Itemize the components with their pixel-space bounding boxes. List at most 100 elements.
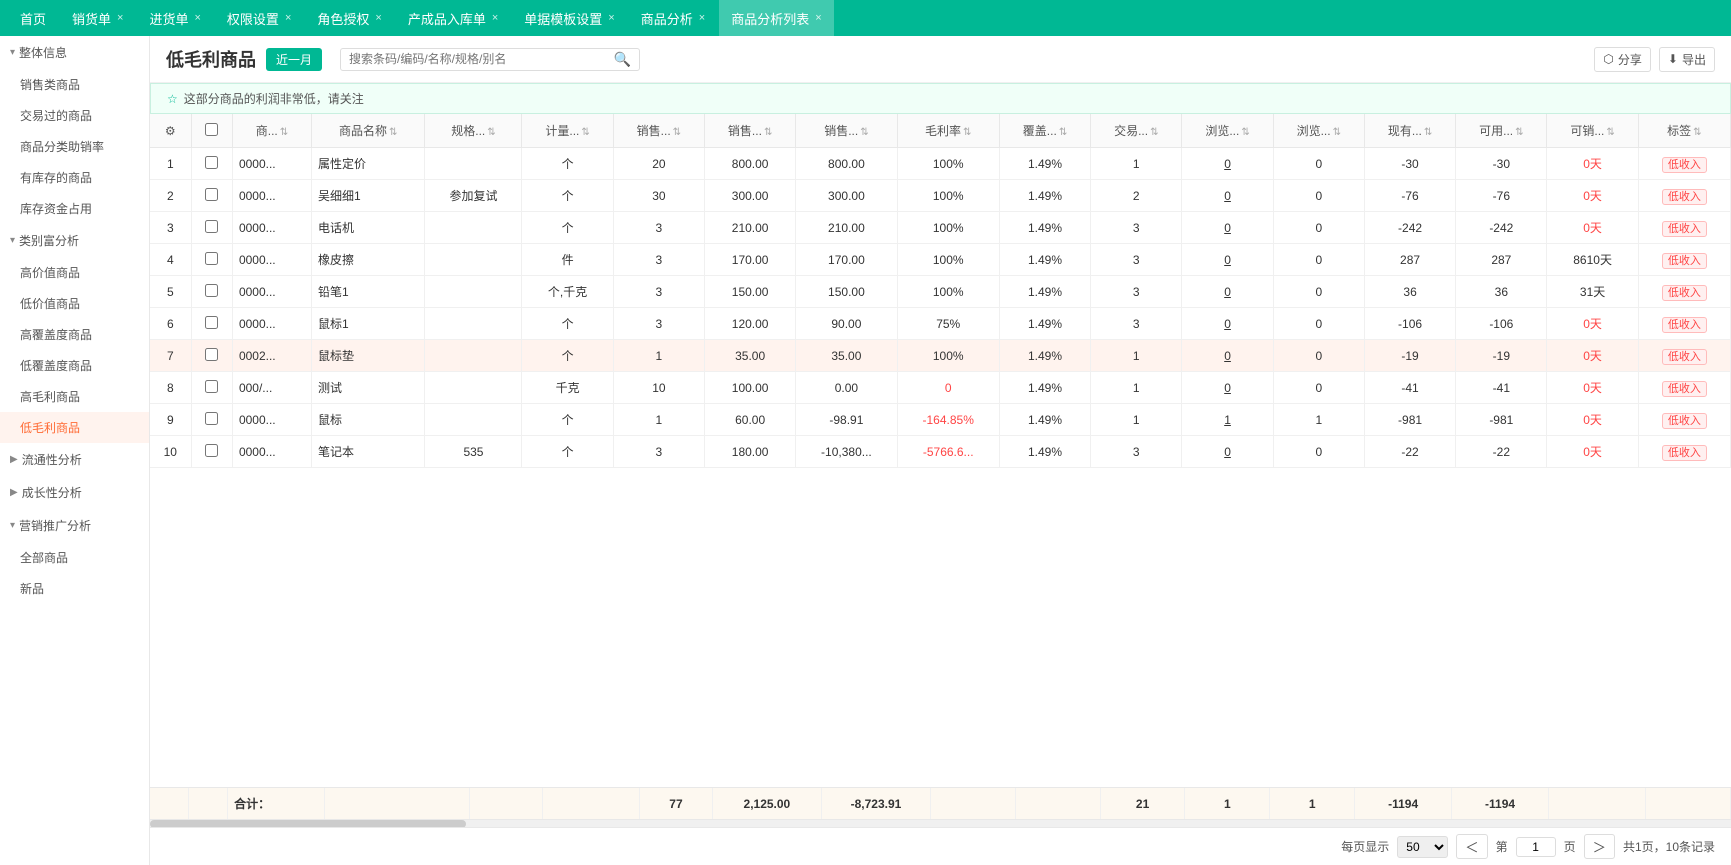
table-container[interactable]: ⚙ 商...⇅ 商品名称⇅ 规格...⇅ 计量...⇅ 销售...⇅ 销售...… <box>150 114 1731 787</box>
row-checkbox[interactable] <box>205 156 218 169</box>
row-unit: 个 <box>522 148 613 180</box>
close-icon[interactable]: × <box>608 12 614 24</box>
sidebar-group-growth[interactable]: ▶ 成长性分析 <box>0 476 149 509</box>
col-settings[interactable]: ⚙ <box>150 114 191 148</box>
col-view1[interactable]: 浏览...⇅ <box>1182 114 1273 148</box>
row-view1: 0 <box>1182 244 1273 276</box>
row-spec <box>425 372 522 404</box>
export-button[interactable]: ⬇ 导出 <box>1659 47 1715 72</box>
close-icon[interactable]: × <box>117 12 123 24</box>
row-check[interactable] <box>191 340 232 372</box>
nav-product-analysis[interactable]: 商品分析 × <box>629 0 717 36</box>
row-sale-qty: 3 <box>613 244 704 276</box>
row-coverage: 1.49% <box>999 244 1090 276</box>
row-check[interactable] <box>191 276 232 308</box>
col-gross-rate[interactable]: 毛利率⇅ <box>897 114 999 148</box>
row-tag: 低收入 <box>1638 340 1730 372</box>
sidebar-item-category-rate[interactable]: 商品分类助销率 <box>0 131 149 162</box>
row-unit: 个 <box>522 340 613 372</box>
col-check[interactable] <box>191 114 232 148</box>
col-spec[interactable]: 规格...⇅ <box>425 114 522 148</box>
row-checkbox[interactable] <box>205 316 218 329</box>
sidebar-item-sales-goods[interactable]: 销售类商品 <box>0 69 149 100</box>
nav-purchase-order[interactable]: 进货单 × <box>137 0 212 36</box>
col-code[interactable]: 商...⇅ <box>232 114 311 148</box>
close-icon[interactable]: × <box>492 12 498 24</box>
sidebar-item-all-goods[interactable]: 全部商品 <box>0 542 149 573</box>
row-check[interactable] <box>191 372 232 404</box>
sidebar-item-high-margin[interactable]: 高毛利商品 <box>0 381 149 412</box>
sidebar-item-new-goods[interactable]: 新品 <box>0 573 149 604</box>
row-check[interactable] <box>191 404 232 436</box>
row-checkbox[interactable] <box>205 412 218 425</box>
row-check[interactable] <box>191 212 232 244</box>
sidebar-group-category[interactable]: ▾ 类别富分析 <box>0 224 149 257</box>
row-check[interactable] <box>191 244 232 276</box>
row-checkbox[interactable] <box>205 348 218 361</box>
col-available[interactable]: 可用...⇅ <box>1456 114 1547 148</box>
row-sale-price: 210.00 <box>705 212 796 244</box>
col-sale-qty[interactable]: 销售...⇅ <box>613 114 704 148</box>
search-input[interactable] <box>349 52 614 66</box>
chevron-down-icon: ▾ <box>10 47 15 58</box>
total-info: 共1页，10条记录 <box>1623 838 1715 855</box>
page-size-select[interactable]: 50 100 <box>1397 836 1448 858</box>
col-sale-price[interactable]: 销售...⇅ <box>705 114 796 148</box>
nav-home[interactable]: 首页 <box>8 0 58 36</box>
close-icon[interactable]: × <box>194 12 200 24</box>
content-area: 低毛利商品 近一月 🔍 ⬡ 分享 ⬇ 导出 ☆ 这部分商品的利润非常低，请关注 <box>150 36 1731 865</box>
row-check[interactable] <box>191 180 232 212</box>
row-check[interactable] <box>191 148 232 180</box>
next-page-button[interactable]: ＞ <box>1584 834 1615 859</box>
share-button[interactable]: ⬡ 分享 <box>1594 47 1651 72</box>
sidebar-item-low-coverage[interactable]: 低覆盖度商品 <box>0 350 149 381</box>
sidebar-item-stocked-goods[interactable]: 有库存的商品 <box>0 162 149 193</box>
close-icon[interactable]: × <box>815 12 821 24</box>
sidebar-item-low-value[interactable]: 低价值商品 <box>0 288 149 319</box>
prev-page-button[interactable]: ＜ <box>1456 834 1487 859</box>
col-sale-amount[interactable]: 销售...⇅ <box>796 114 897 148</box>
nav-permissions[interactable]: 权限设置 × <box>215 0 303 36</box>
sidebar-group-marketing[interactable]: ▾ 营销推广分析 <box>0 509 149 542</box>
sidebar-item-high-value[interactable]: 高价值商品 <box>0 257 149 288</box>
footer-current-stock: -1194 <box>1355 788 1452 819</box>
nav-role-auth[interactable]: 角色授权 × <box>305 0 393 36</box>
col-unit[interactable]: 计量...⇅ <box>522 114 613 148</box>
nav-sales-order[interactable]: 销货单 × <box>60 0 135 36</box>
nav-product-analysis-list[interactable]: 商品分析列表 × <box>719 0 833 36</box>
col-trade-count[interactable]: 交易...⇅ <box>1091 114 1182 148</box>
data-table: ⚙ 商...⇅ 商品名称⇅ 规格...⇅ 计量...⇅ 销售...⇅ 销售...… <box>150 114 1731 468</box>
row-checkbox[interactable] <box>205 284 218 297</box>
page-number-input[interactable] <box>1516 837 1556 857</box>
row-check[interactable] <box>191 308 232 340</box>
close-icon[interactable]: × <box>285 12 291 24</box>
col-current-stock[interactable]: 现有...⇅ <box>1364 114 1455 148</box>
select-all-checkbox[interactable] <box>205 123 218 136</box>
row-spec <box>425 148 522 180</box>
footer-row: 合计： 77 2,125.00 -8,723.91 21 1 1 -1194 -… <box>150 788 1731 819</box>
row-check[interactable] <box>191 436 232 468</box>
sidebar-group-circulation[interactable]: ▶ 流通性分析 <box>0 443 149 476</box>
period-button[interactable]: 近一月 <box>266 48 322 71</box>
nav-product-entry[interactable]: 产成品入库单 × <box>396 0 510 36</box>
close-icon[interactable]: × <box>375 12 381 24</box>
nav-template-settings[interactable]: 单据模板设置 × <box>512 0 626 36</box>
col-coverage[interactable]: 覆盖...⇅ <box>999 114 1090 148</box>
sidebar-item-low-margin[interactable]: 低毛利商品 <box>0 412 149 443</box>
row-checkbox[interactable] <box>205 380 218 393</box>
row-checkbox[interactable] <box>205 220 218 233</box>
sidebar-item-high-coverage[interactable]: 高覆盖度商品 <box>0 319 149 350</box>
close-icon[interactable]: × <box>699 12 705 24</box>
sidebar-item-stock-capital[interactable]: 库存资金占用 <box>0 193 149 224</box>
sidebar-item-traded-goods[interactable]: 交易过的商品 <box>0 100 149 131</box>
col-tag[interactable]: 标签⇅ <box>1638 114 1730 148</box>
row-checkbox[interactable] <box>205 444 218 457</box>
col-name[interactable]: 商品名称⇅ <box>311 114 425 148</box>
sidebar-group-overall[interactable]: ▾ 整体信息 <box>0 36 149 69</box>
col-view2[interactable]: 浏览...⇅ <box>1273 114 1364 148</box>
row-checkbox[interactable] <box>205 252 218 265</box>
horizontal-scrollbar[interactable] <box>150 819 1731 827</box>
col-saleable[interactable]: 可销...⇅ <box>1547 114 1638 148</box>
row-view1: 1 <box>1182 404 1273 436</box>
row-checkbox[interactable] <box>205 188 218 201</box>
